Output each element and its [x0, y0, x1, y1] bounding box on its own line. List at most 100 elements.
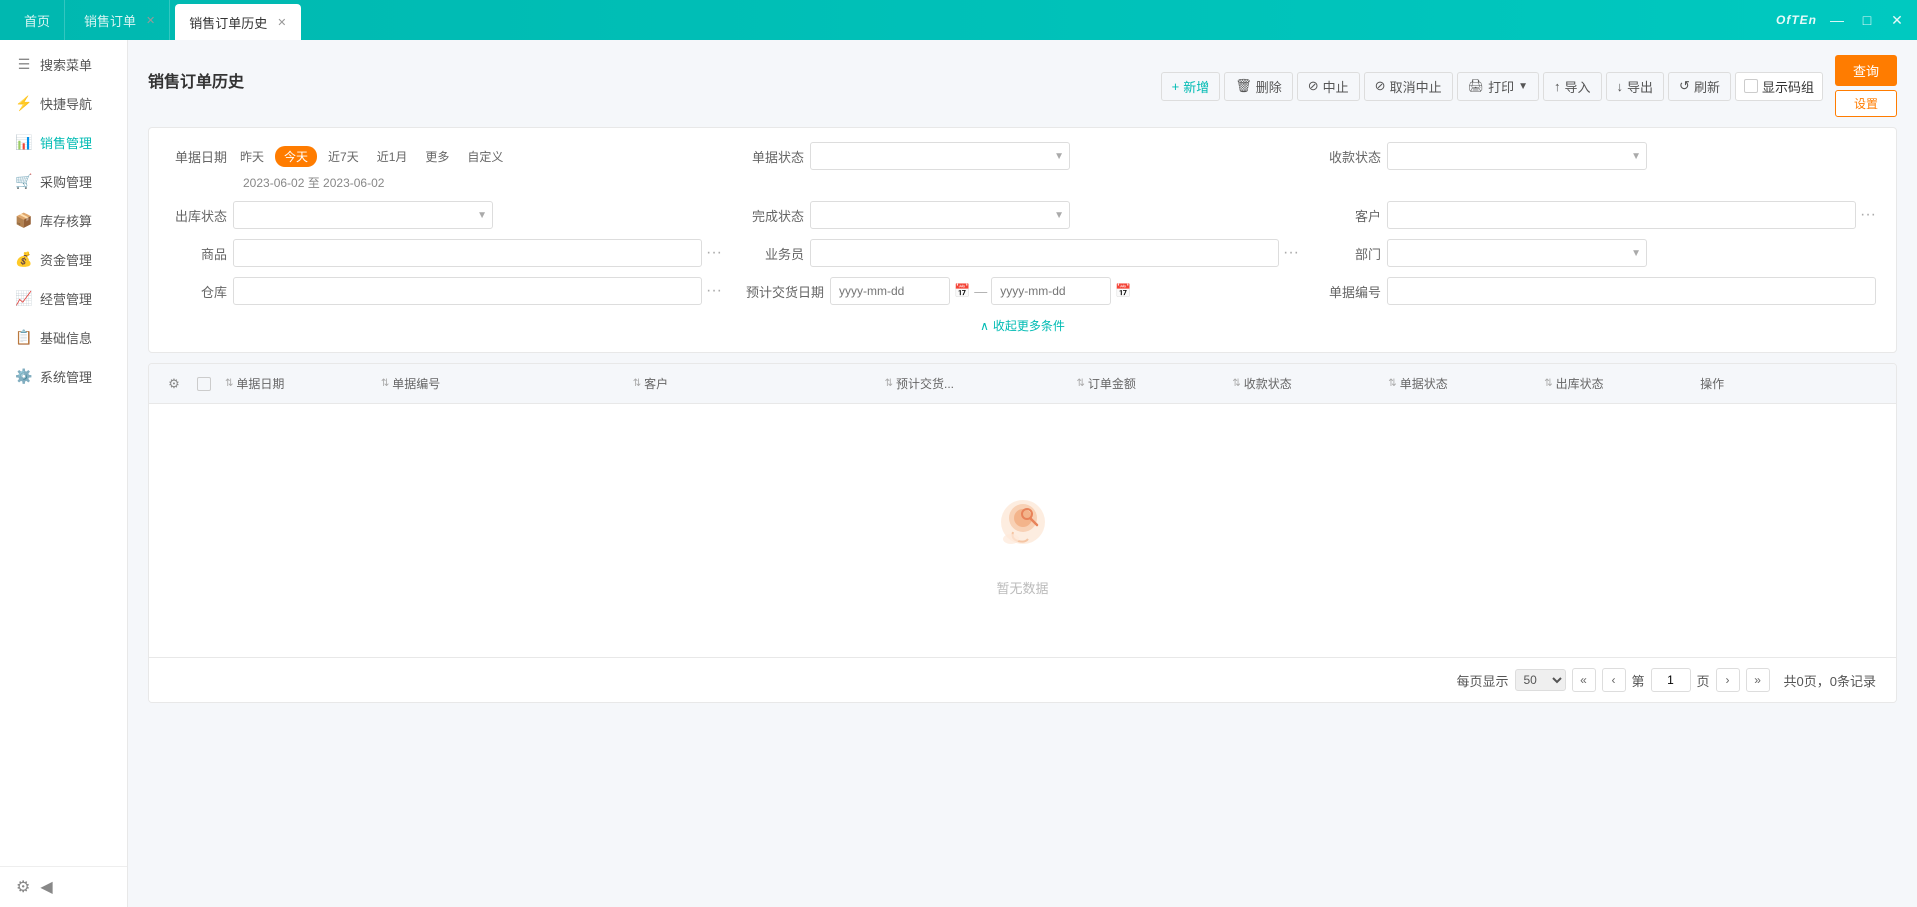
refresh-button[interactable]: ↺ 刷新	[1668, 72, 1731, 101]
sidebar-item-base-info[interactable]: 📋 基础信息	[0, 318, 127, 357]
warehouse-input[interactable]	[233, 277, 702, 305]
last-page-button[interactable]: »	[1746, 668, 1770, 692]
maximize-button[interactable]: □	[1857, 10, 1877, 30]
ship-status-select[interactable]	[233, 201, 493, 229]
minimize-button[interactable]: —	[1827, 10, 1847, 30]
filter-dept-cell: 部门 ▼	[1323, 239, 1876, 267]
sidebar-item-operations[interactable]: 📈 经营管理	[0, 279, 127, 318]
stop-button[interactable]: ⊘ 中止	[1297, 72, 1360, 101]
date-content: 昨天 今天 近7天 近1月 更多 自定义	[233, 146, 722, 167]
set-button[interactable]: 设置	[1835, 90, 1897, 117]
delivery-date-end-calendar-icon[interactable]: 📅	[1115, 283, 1131, 299]
next-page-button[interactable]: ›	[1716, 668, 1740, 692]
receipt-status-select[interactable]	[1387, 142, 1647, 170]
date-tag-more[interactable]: 更多	[418, 146, 456, 167]
query-button[interactable]: 查询	[1835, 55, 1897, 86]
delete-button[interactable]: 🗑 删除	[1224, 72, 1293, 101]
th-ship-status: ⇅ 出库状态	[1538, 375, 1694, 392]
table-settings-icon[interactable]: ⚙	[159, 376, 189, 392]
th-ship-status-sort-icon[interactable]: ⇅	[1544, 378, 1552, 389]
import-button[interactable]: ↑ 导入	[1543, 72, 1602, 101]
filter-ship-status-cell: 出库状态 ▼	[169, 201, 722, 229]
sidebar-item-search-menu[interactable]: ☰ 搜索菜单	[0, 45, 127, 84]
first-page-button[interactable]: «	[1572, 668, 1596, 692]
sidebar-item-purchase-mgmt[interactable]: 🛒 采购管理	[0, 162, 127, 201]
cancel-stop-label: 取消中止	[1390, 77, 1442, 96]
th-doc-date-sort-icon[interactable]: ⇅	[225, 378, 233, 389]
th-order-amount-label: 订单金额	[1088, 375, 1136, 392]
print-button[interactable]: 🖨 打印 ▼	[1457, 72, 1539, 101]
th-delivery-date-sort-icon[interactable]: ⇅	[885, 378, 893, 389]
salesperson-input[interactable]	[810, 239, 1279, 267]
page-label: 第	[1632, 671, 1645, 690]
filter-receipt-status-cell: 收款状态 ▼	[1323, 142, 1876, 170]
th-action: 操作	[1694, 375, 1886, 392]
sidebar-item-sales-mgmt[interactable]: 📊 销售管理	[0, 123, 127, 162]
prev-page-button[interactable]: ‹	[1602, 668, 1626, 692]
date-tag-1month[interactable]: 近1月	[370, 146, 415, 167]
display-cols-checkbox	[1744, 79, 1758, 93]
tab-sales-history[interactable]: 销售订单历史 ✕	[175, 4, 301, 40]
goods-input[interactable]	[233, 239, 702, 267]
complete-status-select[interactable]	[810, 201, 1070, 229]
th-customer-sort-icon[interactable]: ⇅	[633, 378, 641, 389]
sidebar-item-sys-mgmt[interactable]: ⚙️ 系统管理	[0, 357, 127, 396]
close-tab-sales-order[interactable]: ✕	[146, 14, 155, 27]
plus-icon: +	[1172, 79, 1180, 94]
tab-sales-order[interactable]: 销售订单 ✕	[70, 0, 170, 40]
per-page-select[interactable]: 50 100 200	[1515, 669, 1566, 691]
display-cols-button[interactable]: 显示码组	[1735, 72, 1823, 101]
filter-complete-status-cell: 完成状态 ▼	[746, 201, 1299, 229]
cancel-stop-button[interactable]: ⊘ 取消中止	[1364, 72, 1453, 101]
tab-home[interactable]: 销售订单历史 首页	[10, 0, 65, 40]
salesperson-dots-icon[interactable]: ···	[1283, 245, 1299, 261]
date-tag-yesterday[interactable]: 昨天	[233, 146, 271, 167]
purchase-mgmt-icon: 🛒	[16, 174, 32, 190]
main-layout: ☰ 搜索菜单 ⚡ 快捷导航 📊 销售管理 🛒 采购管理 📦 库存核算 💰 资金管…	[0, 40, 1917, 907]
doc-number-input[interactable]	[1387, 277, 1876, 305]
delivery-date-start-input[interactable]	[830, 277, 950, 305]
export-icon: ↓	[1617, 79, 1624, 94]
th-receipt-status-sort-icon[interactable]: ⇅	[1232, 378, 1240, 389]
print-arrow-icon: ▼	[1518, 81, 1528, 92]
date-tag-custom[interactable]: 自定义	[460, 146, 510, 167]
close-window-button[interactable]: ✕	[1887, 10, 1907, 30]
th-order-amount-sort-icon[interactable]: ⇅	[1076, 378, 1084, 389]
th-doc-status-sort-icon[interactable]: ⇅	[1388, 378, 1396, 389]
print-label: 打印	[1488, 77, 1514, 96]
sidebar-item-finance[interactable]: 💰 资金管理	[0, 240, 127, 279]
close-tab-sales-history[interactable]: ✕	[277, 16, 286, 29]
table-card: ⚙ ⇅ 单据日期 ⇅ 单据编号 ⇅ 客户 ⇅ 预计交货.	[148, 363, 1897, 703]
date-tag-7days[interactable]: 近7天	[321, 146, 366, 167]
settings-bottom-icon[interactable]: ⚙	[16, 877, 30, 897]
collapse-sidebar-icon[interactable]: ◀	[40, 877, 52, 897]
delivery-date-start-calendar-icon[interactable]: 📅	[954, 283, 970, 299]
brand-label: OfTEn	[1776, 13, 1817, 27]
new-label: 新增	[1183, 77, 1209, 96]
sidebar-item-inventory[interactable]: 📦 库存核算	[0, 201, 127, 240]
th-doc-number-label: 单据编号	[392, 375, 440, 392]
goods-dots-icon[interactable]: ···	[706, 245, 722, 261]
dept-label: 部门	[1323, 244, 1381, 263]
export-button[interactable]: ↓ 导出	[1606, 72, 1665, 101]
customer-input[interactable]	[1387, 201, 1856, 229]
delivery-date-end-input[interactable]	[991, 277, 1111, 305]
doc-status-select[interactable]	[810, 142, 1070, 170]
collapse-filter-button[interactable]: ∧ 收起更多条件	[980, 313, 1065, 338]
customer-dots-icon[interactable]: ···	[1860, 207, 1876, 223]
new-button[interactable]: + 新增	[1161, 72, 1221, 101]
dept-select[interactable]	[1387, 239, 1647, 267]
page-number-input[interactable]	[1651, 668, 1691, 692]
sidebar-item-quick-nav[interactable]: ⚡ 快捷导航	[0, 84, 127, 123]
complete-status-select-wrap: ▼	[810, 201, 1070, 229]
date-separator: —	[974, 284, 987, 299]
select-all-checkbox[interactable]	[197, 377, 211, 391]
warehouse-dots-icon[interactable]: ···	[706, 283, 722, 299]
th-doc-number-sort-icon[interactable]: ⇅	[381, 378, 389, 389]
salesperson-content: ···	[810, 239, 1299, 267]
th-action-label: 操作	[1700, 375, 1724, 392]
doc-status-label: 单据状态	[746, 147, 804, 166]
date-tag-today[interactable]: 今天	[275, 146, 317, 167]
export-label: 导出	[1627, 77, 1653, 96]
th-doc-status-label: 单据状态	[1400, 375, 1448, 392]
